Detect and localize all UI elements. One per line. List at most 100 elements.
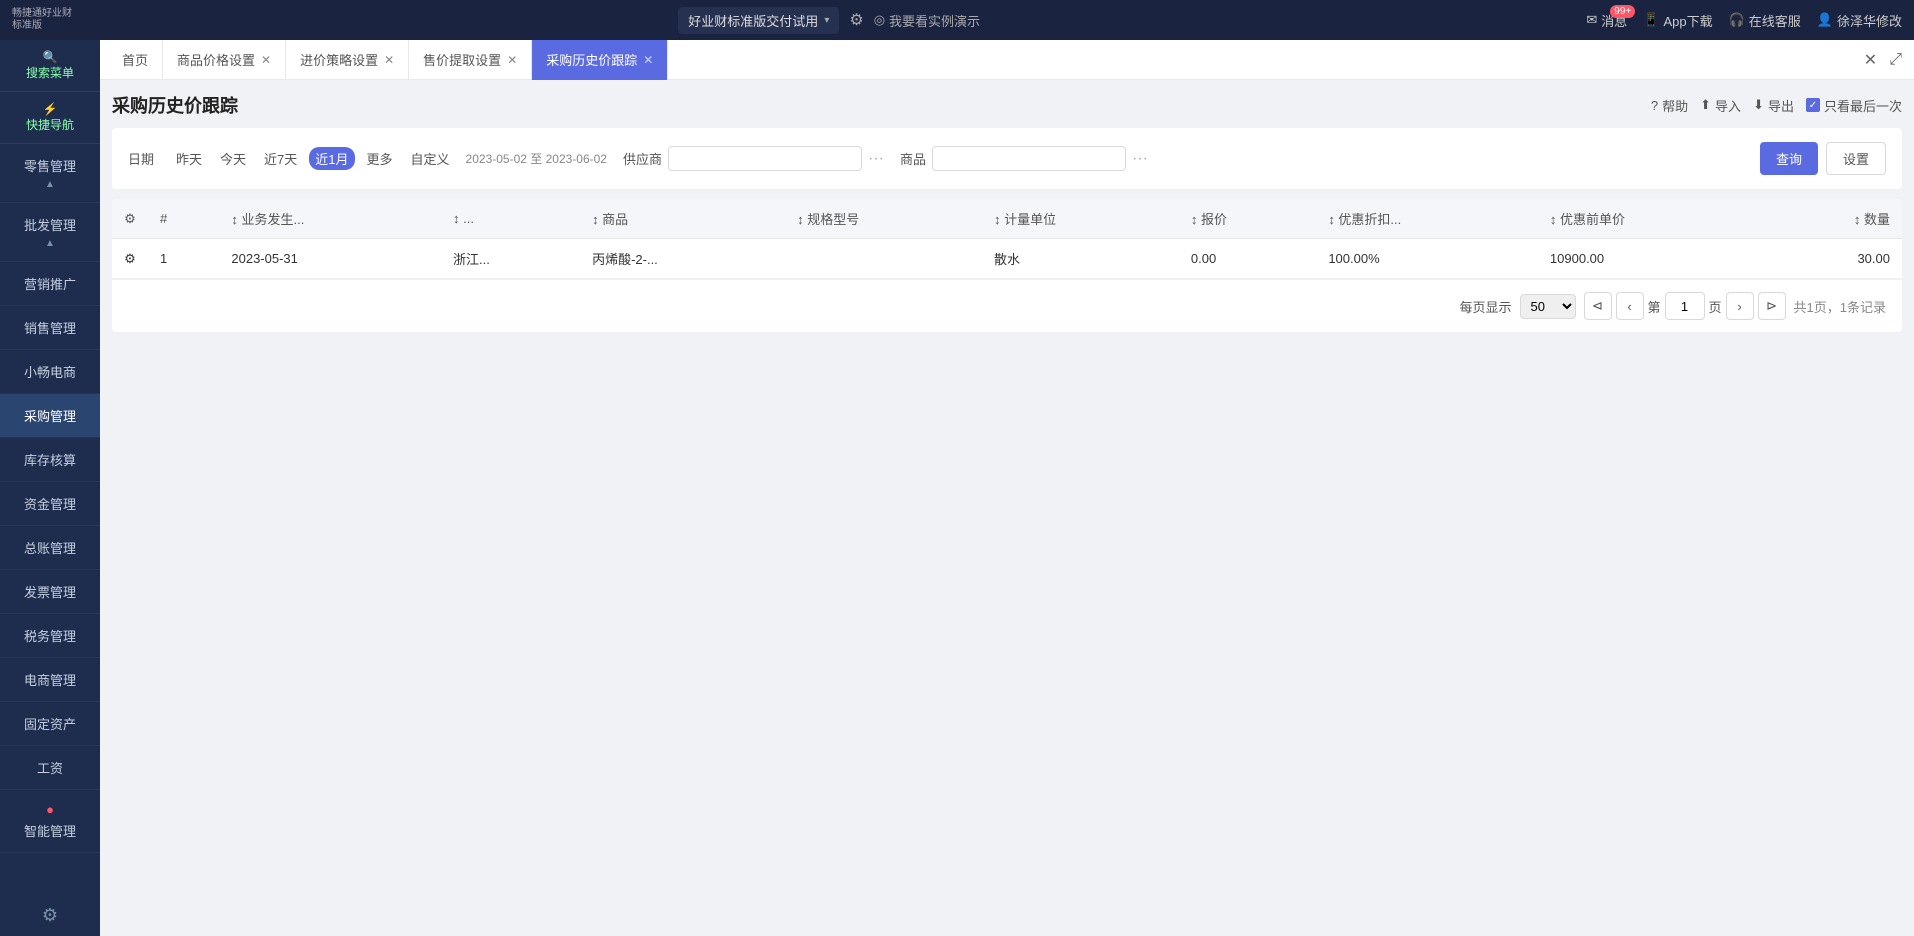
sidebar-item-label: 税务管理 [24,626,76,645]
app-download-button[interactable]: 📱 App下载 [1643,11,1712,30]
table-row: ⚙ 1 2023-05-31 浙江... 丙烯酸-2-... 散水 0.00 1… [112,239,1902,279]
query-button[interactable]: 查询 [1760,142,1818,175]
sidebar-item-smart[interactable]: ●智能管理 [0,790,100,853]
col-gear[interactable]: ⚙ [112,199,148,239]
col-spec[interactable]: ↕ 规格型号 [785,199,982,239]
sidebar-item-sales[interactable]: 销售管理 [0,306,100,350]
col-pre-discount-price[interactable]: ↕ 优惠前单价 [1538,199,1765,239]
row-seq: 1 [148,239,219,279]
sidebar-item-ecommerce-small[interactable]: 小畅电商 [0,350,100,394]
user-menu[interactable]: 👤 徐泽华修改 [1817,11,1902,30]
sidebar-item-purchase[interactable]: 采购管理 [0,394,100,438]
tab-purchase-history[interactable]: 采购历史价跟踪 ✕ [532,40,668,80]
tab-sale-price[interactable]: 售价提取设置 ✕ [409,40,532,80]
col-more[interactable]: ↕ ... [441,199,580,239]
online-service-button[interactable]: 🎧 在线客服 [1729,11,1801,30]
sidebar-item-wholesale[interactable]: 批发管理 ▲ [0,203,100,262]
tab-label: 采购历史价跟踪 [546,50,637,69]
row-gear[interactable]: ⚙ [112,239,148,279]
col-goods[interactable]: ↕ 商品 [580,199,785,239]
filter-row: 日期 昨天 今天 近7天 近1月 更多 自定义 2023-05-02 至 202… [128,142,1886,175]
page-number-input[interactable] [1665,292,1705,320]
row-goods: 丙烯酸-2-... [580,239,785,279]
goods-dots-button[interactable]: ··· [1132,150,1148,168]
date-today[interactable]: 今天 [214,147,252,170]
date-yesterday[interactable]: 昨天 [170,147,208,170]
col-label: ↕ 计量单位 [994,212,1056,227]
sidebar-item-tax[interactable]: 税务管理 [0,614,100,658]
tab-price[interactable]: 商品价格设置 ✕ [163,40,286,80]
message-badge: 99+ [1610,5,1635,18]
sidebar-item-salary[interactable]: 工资 [0,746,100,790]
page-label-pre: 第 [1648,297,1661,316]
close-icon[interactable]: ✕ [384,53,394,67]
col-quantity[interactable]: ↕ 数量 [1765,199,1903,239]
tab-close-button[interactable]: ✕ [1860,46,1881,74]
sidebar-item-invoice[interactable]: 发票管理 [0,570,100,614]
sidebar-item-label: 固定资产 [24,714,76,733]
version-selector[interactable]: 好业财标准版交付试用 ▾ [678,7,839,34]
sidebar-item-label: 营销推广 [24,274,76,293]
message-button[interactable]: ✉ 消息 99+ [1586,11,1627,30]
sidebar-item-label: 库存核算 [24,450,76,469]
date-last7[interactable]: 近7天 [258,147,303,170]
col-label: ↕ 报价 [1191,212,1227,227]
date-last1m[interactable]: 近1月 [309,147,354,170]
tab-purchase-strategy[interactable]: 进价策略设置 ✕ [286,40,409,80]
close-icon[interactable]: ✕ [507,53,517,67]
prev-page-button[interactable]: ‹ [1616,292,1644,320]
sidebar-item-label: 总账管理 [24,538,76,557]
logo-line2: 标准版 [12,20,72,32]
goods-input[interactable] [932,146,1126,171]
tab-bar-actions: ✕ ⤢ [1860,46,1914,74]
supplier-input[interactable] [668,146,862,171]
date-more[interactable]: 更多 [361,147,399,170]
tab-maximize-button[interactable]: ⤢ [1885,47,1906,73]
sidebar-item-accounting[interactable]: 总账管理 [0,526,100,570]
close-icon[interactable]: ✕ [261,53,271,67]
sidebar-footer-settings[interactable]: ⚙ [0,895,100,936]
sidebar-item-label: 零售管理 [24,156,76,175]
tab-home[interactable]: 首页 [108,40,163,80]
page-title: 采购历史价跟踪 [112,92,238,118]
content-area: 采购历史价跟踪 ? 帮助 ⬆ 导入 ⬇ 导出 ✓ [100,80,1914,936]
pagination: 每页显示 50 10 20 100 ⊲ ‹ 第 页 › ⊳ [112,279,1902,332]
row-supplier: 浙江... [441,239,580,279]
sidebar-item-inventory[interactable]: 库存核算 [0,438,100,482]
app-body: 🔍 搜索菜单 ⚡ 快捷导航 零售管理 ▲ 批发管理 ▲ 营销推广 销售管理 小畅… [0,40,1914,936]
col-biz-date[interactable]: ↕ 业务发生... [219,199,441,239]
sidebar-search[interactable]: 🔍 搜索菜单 [0,40,100,92]
supplier-dots-button[interactable]: ··· [868,150,884,168]
row-unit: 散水 [982,239,1179,279]
row-discount: 100.00% [1316,239,1538,279]
first-page-button[interactable]: ⊲ [1584,292,1612,320]
settings-icon[interactable]: ⚙ [849,10,863,30]
close-icon[interactable]: ✕ [643,53,653,67]
col-discount[interactable]: ↕ 优惠折扣... [1316,199,1538,239]
page-label-post: 页 [1709,297,1722,316]
sidebar-quick-nav[interactable]: ⚡ 快捷导航 [0,92,100,144]
sidebar-item-retail[interactable]: 零售管理 ▲ [0,144,100,203]
tab-label: 商品价格设置 [177,50,255,69]
col-price[interactable]: ↕ 报价 [1179,199,1316,239]
date-options: 昨天 今天 近7天 近1月 更多 自定义 2023-05-02 至 2023-0… [170,147,607,170]
next-page-button[interactable]: › [1726,292,1754,320]
col-label: ↕ 规格型号 [797,212,859,227]
import-button[interactable]: ⬆ 导入 [1700,96,1741,115]
sidebar-item-marketing[interactable]: 营销推广 [0,262,100,306]
last-page-button[interactable]: ⊳ [1758,292,1786,320]
sidebar-item-finance[interactable]: 资金管理 [0,482,100,526]
sidebar-item-ecommerce[interactable]: 电商管理 [0,658,100,702]
col-unit[interactable]: ↕ 计量单位 [982,199,1179,239]
sidebar-item-label: 销售管理 [24,318,76,337]
nav-icon: ⚡ [43,102,58,116]
per-page-select[interactable]: 50 10 20 100 [1520,294,1576,319]
export-button[interactable]: ⬇ 导出 [1753,96,1794,115]
help-button[interactable]: ? 帮助 [1651,96,1688,115]
page-nav: ⊲ ‹ 第 页 › ⊳ [1584,292,1786,320]
settings-button[interactable]: 设置 [1826,142,1886,175]
date-custom[interactable]: 自定义 [405,147,456,170]
sidebar-item-fixed-assets[interactable]: 固定资产 [0,702,100,746]
only-last-checkbox[interactable]: ✓ 只看最后一次 [1806,96,1902,115]
demo-button[interactable]: ◎ 我要看实例演示 [874,11,980,30]
